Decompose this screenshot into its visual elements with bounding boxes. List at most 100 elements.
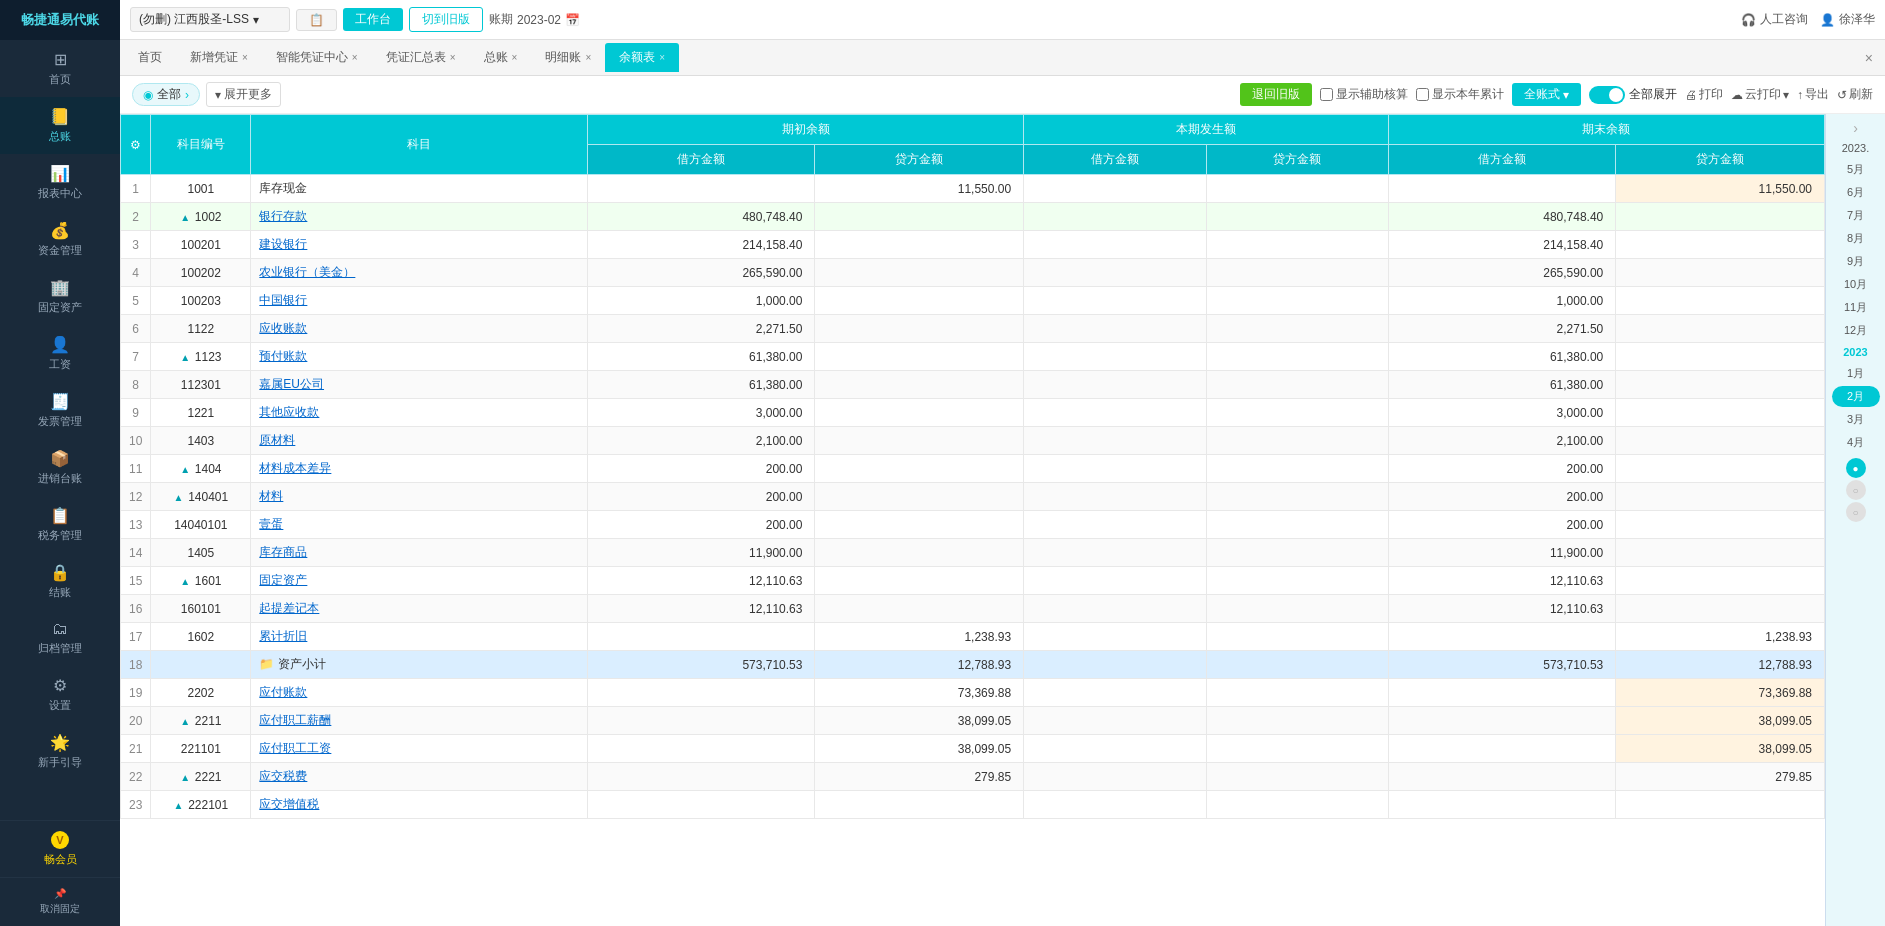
account-name[interactable]: 嘉属EU公司 xyxy=(251,371,588,399)
panel-dot-3[interactable]: ○ xyxy=(1846,502,1866,522)
account-name[interactable]: 应交增值税 xyxy=(251,791,588,819)
sidebar-item-hr[interactable]: 👤 工资 xyxy=(0,325,120,382)
user-profile[interactable]: 👤 徐泽华 xyxy=(1820,11,1875,28)
ytd-check[interactable] xyxy=(1416,88,1429,101)
month-1[interactable]: 1月 xyxy=(1832,363,1880,384)
month-12[interactable]: 12月 xyxy=(1832,320,1880,341)
toolbar: ◉ 全部 › ▾ 展开更多 退回旧版 显示辅助核算 显示本年累计 xyxy=(120,76,1885,114)
sidebar-item-ledger[interactable]: 📒 总账 xyxy=(0,97,120,154)
expand-arrow-icon[interactable]: ▲ xyxy=(180,352,193,363)
tab-new-voucher-close[interactable]: × xyxy=(242,52,248,63)
refresh-button[interactable]: ↺ 刷新 xyxy=(1837,86,1873,103)
month-7[interactable]: 7月 xyxy=(1832,205,1880,226)
workbench-button[interactable]: 工作台 xyxy=(343,8,403,31)
tab-home[interactable]: 首页 xyxy=(124,43,176,72)
tab-smart-verify-close[interactable]: × xyxy=(352,52,358,63)
tab-ledger-close[interactable]: × xyxy=(512,52,518,63)
month-10[interactable]: 10月 xyxy=(1832,274,1880,295)
expand-arrow-icon[interactable]: ▲ xyxy=(180,716,193,727)
sidebar-item-invoices[interactable]: 🧾 发票管理 xyxy=(0,382,120,439)
account-name[interactable]: 材料成本差异 xyxy=(251,455,588,483)
tab-voucher-summary[interactable]: 凭证汇总表 × xyxy=(372,43,470,72)
month-11[interactable]: 11月 xyxy=(1832,297,1880,318)
calendar-icon[interactable]: 📅 xyxy=(565,13,580,27)
account-name[interactable]: 起提差记本 xyxy=(251,595,588,623)
sidebar-item-reports[interactable]: 📊 报表中心 xyxy=(0,154,120,211)
show-ytd-checkbox[interactable]: 显示本年累计 xyxy=(1416,86,1504,103)
sidebar-item-funds[interactable]: 💰 资金管理 xyxy=(0,211,120,268)
expand-arrow-icon[interactable]: ▲ xyxy=(180,212,193,223)
panel-collapse-arrow[interactable]: › xyxy=(1851,118,1860,138)
return-old-button[interactable]: 退回旧版 xyxy=(1240,83,1312,106)
month-6[interactable]: 6月 xyxy=(1832,182,1880,203)
print-button[interactable]: 🖨 打印 xyxy=(1685,86,1723,103)
account-name[interactable]: 银行存款 xyxy=(251,203,588,231)
account-name[interactable]: 应付账款 xyxy=(251,679,588,707)
month-9[interactable]: 9月 xyxy=(1832,251,1880,272)
name-text: 农业银行（美金） xyxy=(259,265,355,279)
cloud-print-button[interactable]: ☁ 云打印 ▾ xyxy=(1731,86,1789,103)
expand-arrow-icon[interactable]: ▲ xyxy=(173,492,186,503)
account-name[interactable]: 农业银行（美金） xyxy=(251,259,588,287)
account-name[interactable]: 预付账款 xyxy=(251,343,588,371)
account-name[interactable]: 中国银行 xyxy=(251,287,588,315)
account-name[interactable]: 累计折旧 xyxy=(251,623,588,651)
panel-dot-1[interactable]: ● xyxy=(1846,458,1866,478)
account-name[interactable]: 其他应收款 xyxy=(251,399,588,427)
month-8[interactable]: 8月 xyxy=(1832,228,1880,249)
sidebar-unpin[interactable]: 📌 取消固定 xyxy=(0,877,120,926)
cloud-print-label: 云打印 xyxy=(1745,86,1781,103)
export-button[interactable]: ↑ 导出 xyxy=(1797,86,1829,103)
sidebar-item-purchase[interactable]: 📦 进销台账 xyxy=(0,439,120,496)
month-3[interactable]: 3月 xyxy=(1832,409,1880,430)
sidebar-item-member[interactable]: V 畅会员 xyxy=(0,820,120,877)
expand-arrow-icon[interactable]: ▲ xyxy=(180,576,193,587)
switch-old-button[interactable]: 切到旧版 xyxy=(409,7,483,32)
tab-detail[interactable]: 明细账 × xyxy=(531,43,605,72)
account-name[interactable]: 库存商品 xyxy=(251,539,588,567)
account-name[interactable]: 应付职工工资 xyxy=(251,735,588,763)
account-name[interactable]: 原材料 xyxy=(251,427,588,455)
account-name[interactable]: 固定资产 xyxy=(251,567,588,595)
account-name[interactable]: 应交税费 xyxy=(251,763,588,791)
sidebar-item-closing[interactable]: 🔒 结账 xyxy=(0,553,120,610)
account-name[interactable]: 应收账款 xyxy=(251,315,588,343)
expand-more-button[interactable]: ▾ 展开更多 xyxy=(206,82,281,107)
sidebar-item-tax[interactable]: 📋 税务管理 xyxy=(0,496,120,553)
account-name[interactable]: 材料 xyxy=(251,483,588,511)
tab-ledger[interactable]: 总账 × xyxy=(470,43,532,72)
expand-arrow-icon[interactable]: ▲ xyxy=(180,772,193,783)
tab-new-voucher[interactable]: 新增凭证 × xyxy=(176,43,262,72)
gear-icon[interactable]: ⚙ xyxy=(130,138,141,152)
expand-all-toggle[interactable]: 全部展开 xyxy=(1589,86,1677,104)
expand-arrow-icon[interactable]: ▲ xyxy=(180,464,193,475)
tab-detail-close[interactable]: × xyxy=(585,52,591,63)
close-all-tabs[interactable]: × xyxy=(1857,50,1881,66)
account-name[interactable]: 建设银行 xyxy=(251,231,588,259)
account-name[interactable]: 壹蛋 xyxy=(251,511,588,539)
sidebar-item-home[interactable]: ⊞ 首页 xyxy=(0,40,120,97)
expand-arrow-icon[interactable]: ▲ xyxy=(173,800,186,811)
tab-voucher-summary-close[interactable]: × xyxy=(450,52,456,63)
format-button[interactable]: 全账式 ▾ xyxy=(1512,83,1581,106)
month-2-active[interactable]: 2月 xyxy=(1832,386,1880,407)
tab-smart-verify[interactable]: 智能凭证中心 × xyxy=(262,43,372,72)
month-5[interactable]: 5月 xyxy=(1832,159,1880,180)
sidebar-item-guide[interactable]: 🌟 新手引导 xyxy=(0,723,120,780)
month-4[interactable]: 4月 xyxy=(1832,432,1880,453)
company-selector[interactable]: (勿删) 江西股圣-LSS ▾ xyxy=(130,7,290,32)
panel-dot-2[interactable]: ○ xyxy=(1846,480,1866,500)
copy-button[interactable]: 📋 xyxy=(296,9,337,31)
ai-consult[interactable]: 🎧 人工咨询 xyxy=(1741,11,1808,28)
show-auxiliary-checkbox[interactable]: 显示辅助核算 xyxy=(1320,86,1408,103)
sidebar-item-settings[interactable]: ⚙ 设置 xyxy=(0,666,120,723)
sidebar-item-archive[interactable]: 🗂 归档管理 xyxy=(0,610,120,666)
toggle-control[interactable] xyxy=(1589,86,1625,104)
auxiliary-check[interactable] xyxy=(1320,88,1333,101)
account-code: ▲ 1404 xyxy=(151,455,251,483)
sidebar-item-assets[interactable]: 🏢 固定资产 xyxy=(0,268,120,325)
filter-all[interactable]: ◉ 全部 › xyxy=(132,83,200,106)
account-name[interactable]: 应付职工薪酬 xyxy=(251,707,588,735)
tab-balance-close[interactable]: × xyxy=(659,52,665,63)
tab-balance[interactable]: 余额表 × xyxy=(605,43,679,72)
